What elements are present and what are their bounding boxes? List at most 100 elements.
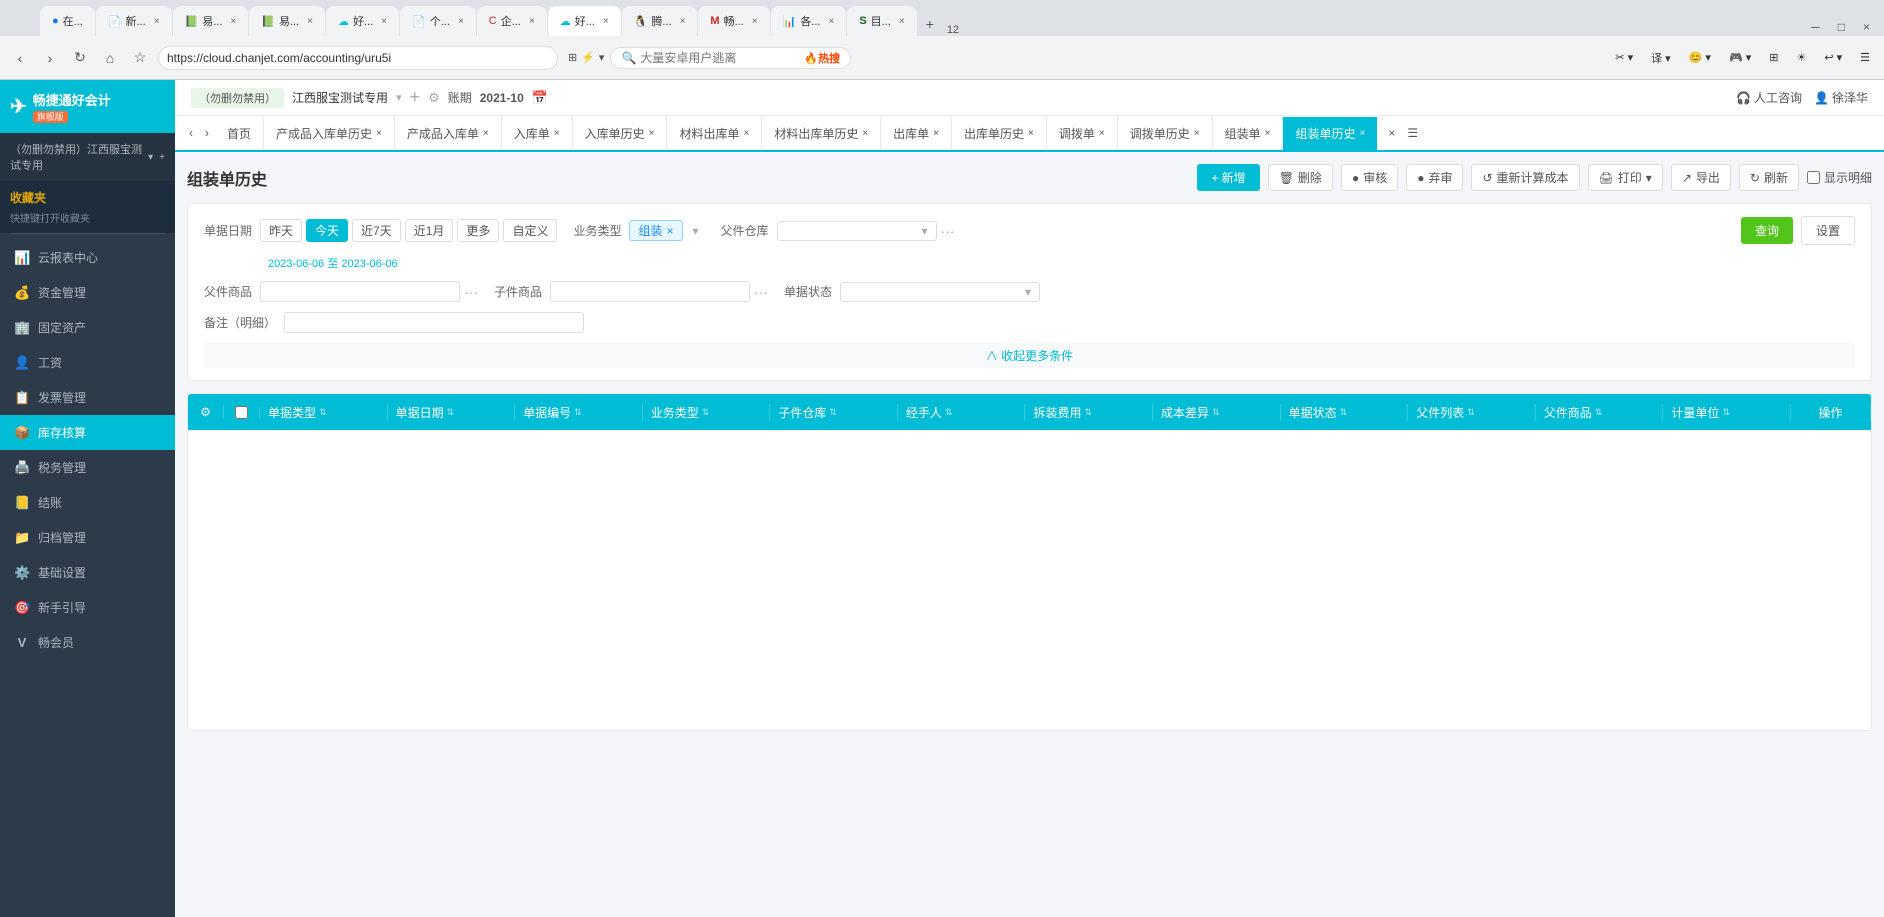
sidebar-item-payroll[interactable]: 👤 工资 bbox=[0, 345, 175, 380]
status-select[interactable]: ▾ bbox=[840, 282, 1040, 302]
tab-finished-goods-history[interactable]: 产成品入库单历史 × bbox=[264, 117, 395, 150]
scissors-tool[interactable]: ✂ ▾ bbox=[1609, 49, 1639, 66]
service-button[interactable]: 🎧 人工咨询 bbox=[1736, 89, 1802, 106]
tab-finished-goods-history-close[interactable]: × bbox=[376, 128, 382, 139]
tab-scroll-right[interactable]: › bbox=[199, 126, 215, 140]
browser-tab-2[interactable]: 📄 新... × bbox=[96, 6, 172, 36]
sidebar-item-archive[interactable]: 📁 归档管理 bbox=[0, 520, 175, 555]
tab-material-outbound-history[interactable]: 材料出库单历史 × bbox=[762, 117, 881, 150]
sidebar-item-guide[interactable]: 🎯 新手引导 bbox=[0, 590, 175, 625]
forward-button[interactable]: › bbox=[38, 46, 62, 70]
sidebar-item-closing[interactable]: 📒 结账 bbox=[0, 485, 175, 520]
th-doc-number[interactable]: 单据编号 ⇅ bbox=[515, 404, 643, 421]
show-detail-checkbox[interactable]: 显示明细 bbox=[1807, 169, 1872, 186]
tab-inbound-history-close[interactable]: × bbox=[649, 128, 655, 139]
add-company-icon[interactable]: + bbox=[159, 152, 165, 163]
tab-inbound-history[interactable]: 入库单历史 × bbox=[573, 117, 668, 150]
th-parent-list[interactable]: 父件列表 ⇅ bbox=[1408, 404, 1536, 421]
tab-count[interactable]: 12 bbox=[943, 24, 963, 36]
parent-warehouse-select[interactable]: ▾ bbox=[777, 221, 937, 241]
tab-outbound-history-close[interactable]: × bbox=[1028, 128, 1034, 139]
gear-icon[interactable]: ⚙ bbox=[428, 90, 440, 106]
tab-material-outbound[interactable]: 材料出库单 × bbox=[667, 117, 762, 150]
biz-type-dropdown[interactable]: ▾ bbox=[687, 222, 705, 240]
translate-tool[interactable]: 译 ▾ bbox=[1645, 48, 1677, 68]
th-doc-type[interactable]: 单据类型 ⇅ bbox=[260, 404, 388, 421]
th-doc-date[interactable]: 单据日期 ⇅ bbox=[388, 404, 516, 421]
th-status[interactable]: 单据状态 ⇅ bbox=[1281, 404, 1409, 421]
maximize-button[interactable]: □ bbox=[1832, 18, 1851, 36]
biz-type-chip-close[interactable]: × bbox=[666, 224, 673, 238]
search-input[interactable] bbox=[640, 51, 800, 65]
th-handler[interactable]: 经手人 ⇅ bbox=[898, 404, 1026, 421]
refresh-button[interactable]: ↻ 刷新 bbox=[1739, 164, 1799, 191]
th-checkbox[interactable] bbox=[224, 406, 260, 419]
lightning-icon[interactable]: ⚡ bbox=[581, 51, 595, 64]
grid-tool[interactable]: ⊞ bbox=[1763, 49, 1784, 66]
game-tool[interactable]: 🎮 ▾ bbox=[1723, 49, 1757, 66]
today-btn[interactable]: 今天 bbox=[306, 219, 348, 242]
back-button[interactable]: ‹ bbox=[8, 46, 32, 70]
tab-assembly-close[interactable]: × bbox=[1265, 128, 1271, 139]
tab-finished-goods[interactable]: 产成品入库单 × bbox=[395, 117, 502, 150]
th-parent-product[interactable]: 父件商品 ⇅ bbox=[1536, 404, 1664, 421]
7days-btn[interactable]: 近7天 bbox=[352, 219, 401, 242]
tab-outbound[interactable]: 出库单 × bbox=[881, 117, 952, 150]
company-selector[interactable]: （勿删勿禁用）江西服宝测试专用 ▾ + bbox=[0, 133, 175, 181]
tab-inbound[interactable]: 入库单 × bbox=[502, 117, 573, 150]
th-cost-diff[interactable]: 成本差异 ⇅ bbox=[1153, 404, 1281, 421]
sidebar-item-settings[interactable]: ⚙️ 基础设置 bbox=[0, 555, 175, 590]
browser-tab-4[interactable]: 📗 易... × bbox=[249, 6, 325, 36]
close-button[interactable]: × bbox=[1857, 18, 1876, 36]
collapse-bar[interactable]: ∧ 收起更多条件 bbox=[204, 343, 1855, 368]
browser-tab-9[interactable]: 🐧 腾... × bbox=[622, 6, 698, 36]
browser-tab-11[interactable]: 📊 各... × bbox=[771, 6, 847, 36]
tab-assembly[interactable]: 组装单 × bbox=[1213, 117, 1284, 150]
tab-material-outbound-close[interactable]: × bbox=[743, 128, 749, 139]
undo-tool[interactable]: ↩ ▾ bbox=[1818, 49, 1848, 66]
dropdown-icon[interactable]: ▾ bbox=[599, 51, 605, 64]
sidebar-item-invoice[interactable]: 📋 发票管理 bbox=[0, 380, 175, 415]
th-unit[interactable]: 计量单位 ⇅ bbox=[1663, 404, 1791, 421]
sun-tool[interactable]: ☀ bbox=[1790, 49, 1812, 66]
home-button[interactable]: ⌂ bbox=[98, 46, 122, 70]
new-tab-button[interactable]: + bbox=[918, 12, 942, 36]
tab-transfer-history[interactable]: 调拨单历史 × bbox=[1118, 117, 1213, 150]
settings-button[interactable]: 设置 bbox=[1801, 216, 1855, 245]
th-biz-type[interactable]: 业务类型 ⇅ bbox=[643, 404, 771, 421]
address-input[interactable] bbox=[158, 46, 558, 70]
abandon-button[interactable]: ● 弃审 bbox=[1406, 164, 1463, 191]
query-button[interactable]: 查询 bbox=[1741, 217, 1793, 244]
custom-btn[interactable]: 自定义 bbox=[503, 219, 557, 242]
browser-tab-3[interactable]: 📗 易... × bbox=[173, 6, 249, 36]
browser-tab-10[interactable]: M 畅... × bbox=[698, 6, 769, 36]
th-child-wh[interactable]: 子件仓库 ⇅ bbox=[770, 404, 898, 421]
sidebar-item-tax[interactable]: 🖨️ 税务管理 bbox=[0, 450, 175, 485]
tab-outbound-close[interactable]: × bbox=[933, 128, 939, 139]
company-dropdown-icon[interactable]: ▾ bbox=[396, 91, 402, 104]
parent-product-more[interactable]: ··· bbox=[464, 284, 478, 300]
tab-home[interactable]: 首页 bbox=[215, 117, 264, 150]
tab-finished-goods-close[interactable]: × bbox=[483, 128, 489, 139]
menu-tool[interactable]: ☰ bbox=[1854, 49, 1876, 66]
remarks-input[interactable] bbox=[284, 312, 584, 333]
browser-tab-6[interactable]: 📄 个... × bbox=[400, 6, 476, 36]
calendar-icon[interactable]: 📅 bbox=[532, 90, 548, 106]
favorites-shortcut[interactable]: 快捷键打开收藏夹 bbox=[10, 210, 165, 225]
tab-assembly-history[interactable]: 组装单历史 × bbox=[1283, 117, 1378, 150]
browser-tab-8[interactable]: ☁ 好... × bbox=[548, 6, 621, 36]
close-all-button[interactable]: × bbox=[1382, 126, 1401, 140]
sidebar-item-assets[interactable]: 🏢 固定资产 bbox=[0, 310, 175, 345]
th-settings[interactable]: ⚙ bbox=[188, 405, 224, 419]
parent-product-input[interactable] bbox=[260, 281, 460, 302]
tab-transfer-close[interactable]: × bbox=[1099, 128, 1105, 139]
add-icon[interactable]: + bbox=[410, 87, 421, 108]
minimize-button[interactable]: ─ bbox=[1805, 18, 1826, 36]
print-button[interactable]: 🖨 打印 ▾ bbox=[1588, 164, 1663, 191]
more-btn[interactable]: 更多 bbox=[457, 219, 499, 242]
new-button[interactable]: + 新增 bbox=[1197, 164, 1259, 191]
grid-icon[interactable]: ⊞ bbox=[568, 51, 577, 64]
user-button[interactable]: 👤 徐泽华 bbox=[1814, 89, 1868, 106]
star-button[interactable]: ☆ bbox=[128, 46, 152, 70]
tab-transfer[interactable]: 调拨单 × bbox=[1047, 117, 1118, 150]
